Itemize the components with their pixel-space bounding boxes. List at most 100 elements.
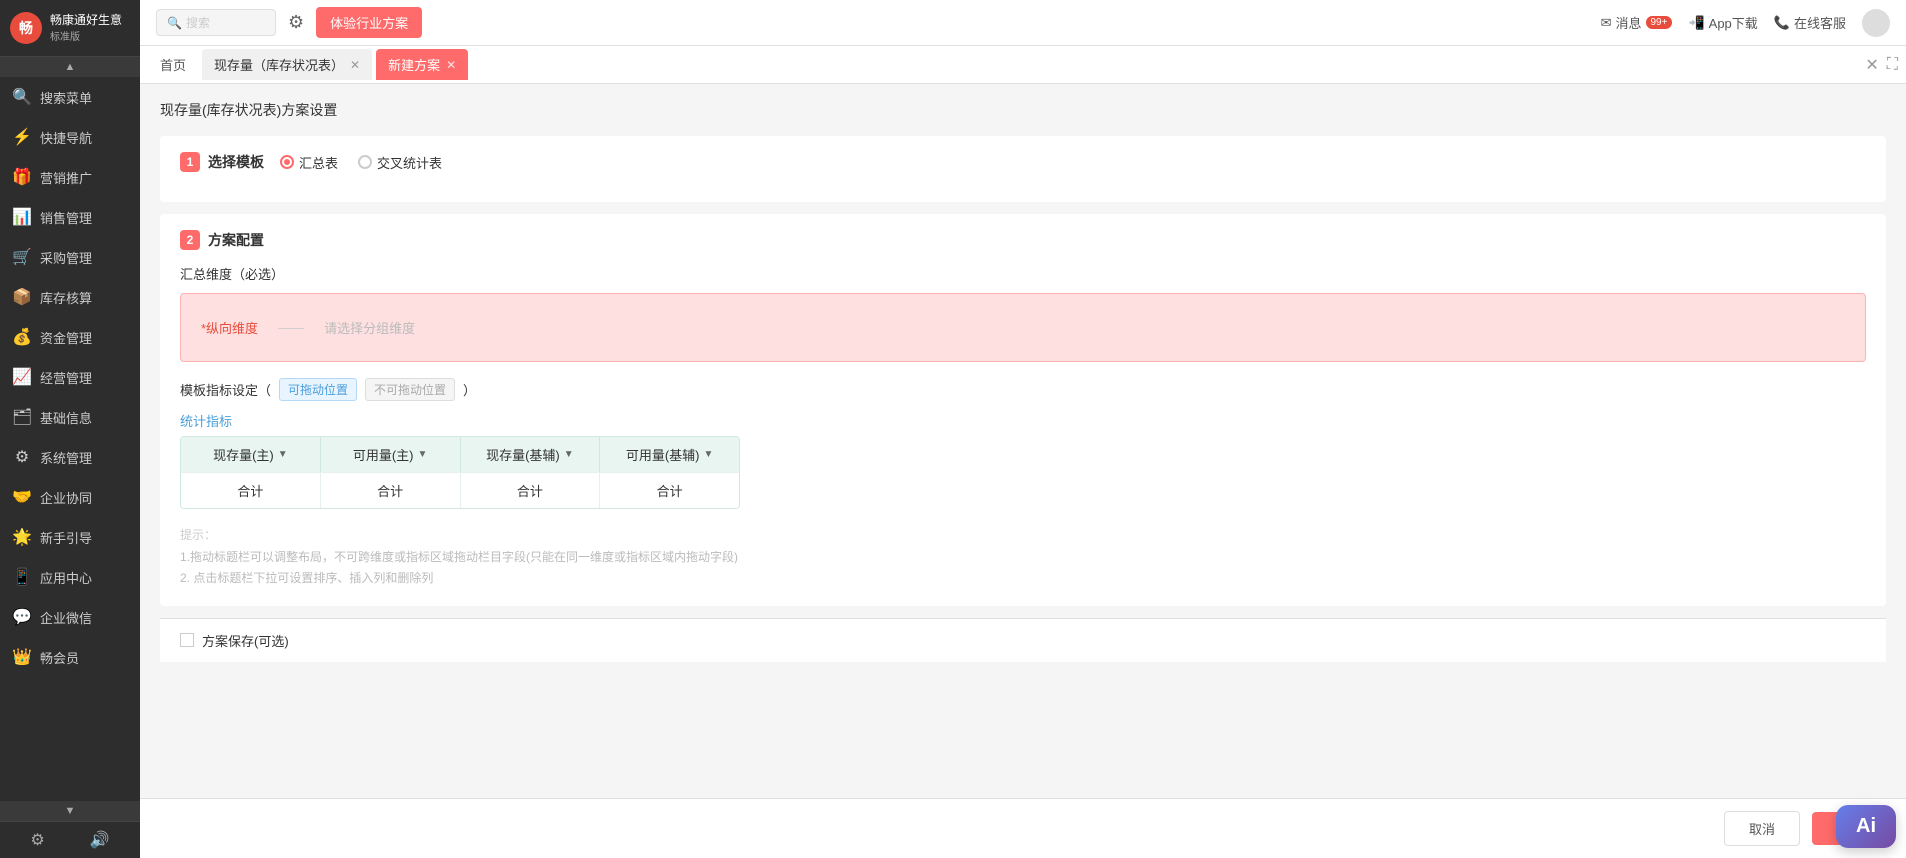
radio-summary-table[interactable]: 汇总表 [280,153,338,172]
search-icon: 🔍 [12,87,32,107]
step2-header: 2 方案配置 [180,230,1866,250]
sidebar-item-quick-nav[interactable]: ⚡ 快捷导航 [0,117,140,157]
topbar-search-box[interactable]: 🔍 搜索 [156,9,276,36]
dimension-dash: —— [278,320,304,335]
save-checkbox[interactable] [180,633,194,647]
sidebar-item-basic-info[interactable]: 🗂 基础信息 [0,397,140,437]
online-service-button[interactable]: 📞 在线客服 [1774,13,1846,32]
sidebar-item-operations[interactable]: 📈 经营管理 [0,357,140,397]
tabs-right-actions: ✕ ⛶ [1865,55,1898,75]
quick-nav-icon: ⚡ [12,127,32,147]
stats-header-col4[interactable]: 可用量(基辅) ▼ [600,437,739,472]
sidebar-item-label: 库存核算 [40,288,92,307]
user-avatar[interactable] [1862,9,1890,37]
message-button[interactable]: ✉ 消息 99+ [1601,13,1673,32]
movable-tag: 可拖动位置 [279,378,357,401]
inventory-tab-close[interactable]: ✕ [350,58,360,72]
sidebar-item-app-center[interactable]: 📱 应用中心 [0,557,140,597]
new-scheme-tab-close[interactable]: ✕ [446,58,456,72]
trial-button[interactable]: 体验行业方案 [316,7,422,38]
close-tab-icon[interactable]: ✕ [1865,55,1878,75]
sidebar-item-sales[interactable]: 📊 销售管理 [0,197,140,237]
tips-section: 提示： 1.拖动标题栏可以调整布局，不可跨维度或指标区域拖动栏目字段(只能在同一… [180,525,1866,590]
sidebar-item-guide[interactable]: 🌟 新手引导 [0,517,140,557]
sidebar-item-cooperation[interactable]: 🤝 企业协同 [0,477,140,517]
radio-label-cross: 交叉统计表 [377,153,442,172]
marketing-icon: 🎁 [12,167,32,187]
inventory-icon: 📦 [12,287,32,307]
message-label: 消息 [1615,13,1641,32]
operations-icon: 📈 [12,367,32,387]
sidebar-item-finance[interactable]: 💰 资金管理 [0,317,140,357]
sidebar-nav: 🔍 搜索菜单 ⚡ 快捷导航 🎁 营销推广 📊 销售管理 🛒 采购管理 📦 库存核… [0,77,140,801]
sidebar-item-label: 经营管理 [40,368,92,387]
step2-card: 2 方案配置 汇总维度（必选） *纵向维度 —— 请选择分组维度 模板指标设定（… [160,214,1886,606]
app-center-icon: 📱 [12,567,32,587]
page-scroll-area: 现存量(库存状况表)方案设置 1 选择模板 汇总表 交叉统计表 [140,84,1906,858]
ai-float-button[interactable]: Ai [1836,805,1896,848]
stats-cell-3: 合计 [461,473,601,508]
stats-header-col2[interactable]: 可用量(主) ▼ [321,437,461,472]
radio-dot-summary [280,155,294,169]
sidebar-item-purchase[interactable]: 🛒 采购管理 [0,237,140,277]
sidebar-item-label: 销售管理 [40,208,92,227]
app-name: 畅康通好生意 [50,13,122,29]
page-content: 现存量(库存状况表)方案设置 1 选择模板 汇总表 交叉统计表 [140,84,1906,798]
step1-title: 选择模板 [208,152,264,172]
sidebar-item-label: 企业微信 [40,608,92,627]
step1-badge: 1 [180,152,200,172]
search-placeholder-text: 搜索 [186,14,210,31]
sidebar-item-system[interactable]: ⚙ 系统管理 [0,437,140,477]
step2-badge: 2 [180,230,200,250]
sidebar-item-label: 资金管理 [40,328,92,347]
system-icon: ⚙ [12,447,32,467]
sidebar-item-label: 基础信息 [40,408,92,427]
save-label: 方案保存(可选) [202,631,289,650]
topbar: 🔍 搜索 ⚙ 体验行业方案 ✉ 消息 99+ 📲 App下载 📞 在线客服 [140,0,1906,46]
sidebar-item-member[interactable]: 👑 畅会员 [0,637,140,677]
chevron-down-icon-col3: ▼ [564,449,574,460]
stats-header-col1[interactable]: 现存量(主) ▼ [181,437,321,472]
sidebar-item-label: 畅会员 [40,648,79,667]
wechat-icon: 💬 [12,607,32,627]
sidebar-item-marketing[interactable]: 🎁 营销推广 [0,157,140,197]
cancel-button[interactable]: 取消 [1724,811,1800,846]
cooperation-icon: 🤝 [12,487,32,507]
stats-col3-label: 现存量(基辅) [486,445,560,464]
sidebar-scroll-down[interactable]: ▼ [0,801,140,821]
sidebar-item-wechat[interactable]: 💬 企业微信 [0,597,140,637]
app-download-label: App下载 [1709,13,1758,32]
radio-cross-table[interactable]: 交叉统计表 [358,153,442,172]
settings-icon[interactable]: ⚙ [288,12,304,33]
indicator-label-row: 模板指标设定（ 可拖动位置 不可拖动位置 ） [180,378,1866,401]
dimension-required-text: *纵向维度 [201,318,258,337]
sidebar-item-search[interactable]: 🔍 搜索菜单 [0,77,140,117]
dimension-box[interactable]: *纵向维度 —— 请选择分组维度 [180,293,1866,362]
sidebar-item-inventory[interactable]: 📦 库存核算 [0,277,140,317]
indicator-settings: 模板指标设定（ 可拖动位置 不可拖动位置 ） 统计指标 现存量(主) ▼ [180,378,1866,590]
basic-info-icon: 🗂 [12,407,32,427]
logo-icon: 畅 [10,12,42,44]
step1-card: 1 选择模板 汇总表 交叉统计表 [160,136,1886,202]
footer-buttons: 取消 查询 [140,798,1906,858]
sidebar-item-label: 应用中心 [40,568,92,587]
guide-icon: 🌟 [12,527,32,547]
app-version: 标准版 [50,28,122,43]
expand-tab-icon[interactable]: ⛶ [1887,56,1898,74]
audio-icon[interactable]: 🔊 [90,830,110,850]
tab-inventory-status[interactable]: 现存量（库存状况表） ✕ [202,49,372,80]
stats-table-row: 合计 合计 合计 合计 [181,472,739,508]
chevron-down-icon-col2: ▼ [418,449,428,460]
app-download-button[interactable]: 📲 App下载 [1688,13,1757,32]
tab-home[interactable]: 首页 [148,49,198,80]
settings-bottom-icon[interactable]: ⚙ [30,830,44,850]
stats-table-header: 现存量(主) ▼ 可用量(主) ▼ 现存量(基辅) ▼ [181,437,739,472]
stats-cell-4: 合计 [600,473,739,508]
step2-title: 方案配置 [208,230,264,250]
sidebar-scroll-up[interactable]: ▲ [0,57,140,77]
tab-new-scheme[interactable]: 新建方案 ✕ [376,49,468,80]
sidebar-bottom: ⚙ 🔊 [0,821,140,858]
message-icon: ✉ [1601,15,1612,31]
tips-title: 提示： [180,528,216,542]
stats-header-col3[interactable]: 现存量(基辅) ▼ [461,437,601,472]
